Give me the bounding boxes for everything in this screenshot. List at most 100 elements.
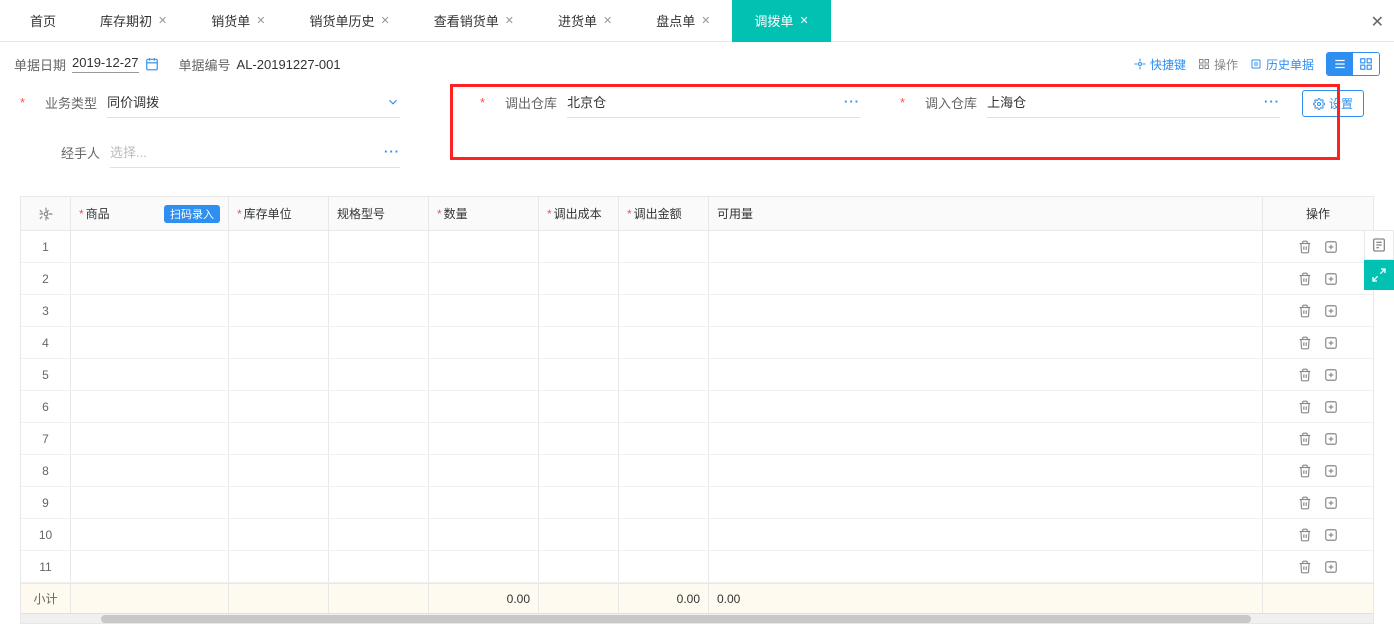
- field-handler: 经手人 选择... ···: [20, 136, 400, 168]
- table-row[interactable]: 5: [21, 359, 1373, 391]
- view-toggle: [1326, 52, 1380, 76]
- tab-7[interactable]: 调拨单 ✕: [732, 0, 830, 42]
- tab-label: 首页: [30, 11, 56, 30]
- form-area: 设置 * 业务类型 同价调拨 * 调出仓库 北京仓 ··· * 调入仓库: [0, 82, 1394, 196]
- col-amt: *调出金额: [619, 197, 709, 230]
- delete-row-button[interactable]: [1298, 496, 1312, 510]
- tab-label: 调拨单: [754, 11, 793, 30]
- global-close-icon[interactable]: ✕: [1371, 12, 1384, 32]
- close-icon[interactable]: ✕: [799, 14, 808, 27]
- subtotal-amt: 0.00: [619, 584, 709, 613]
- doc-value: AL-20191227-001: [237, 57, 341, 72]
- handler-select[interactable]: 选择... ···: [110, 136, 400, 168]
- tab-label: 销货单历史: [309, 11, 374, 30]
- history-link[interactable]: 历史单据: [1250, 56, 1314, 73]
- date-value[interactable]: 2019-12-27: [72, 55, 139, 73]
- data-grid: *商品扫码录入 *库存单位 规格型号 *数量 *调出成本 *调出金额 可用量 操…: [20, 196, 1374, 624]
- list-view-button[interactable]: [1327, 53, 1353, 75]
- tab-4[interactable]: 查看销货单✕: [412, 0, 536, 42]
- biz-type-label: 业务类型: [29, 93, 97, 112]
- table-row[interactable]: 7: [21, 423, 1373, 455]
- add-row-button[interactable]: [1324, 304, 1338, 318]
- shortcut-label: 快捷键: [1150, 56, 1186, 73]
- h-scrollbar[interactable]: [21, 613, 1373, 623]
- table-row[interactable]: 6: [21, 391, 1373, 423]
- add-row-button[interactable]: [1324, 272, 1338, 286]
- tab-3[interactable]: 销货单历史 ✕: [287, 0, 411, 42]
- more-icon: ···: [384, 144, 400, 159]
- col-product: *商品扫码录入: [71, 197, 229, 230]
- tab-label: 进货单: [558, 11, 597, 30]
- close-icon[interactable]: ✕: [381, 14, 390, 27]
- tab-1[interactable]: 库存期初 ✕: [78, 0, 189, 42]
- delete-row-button[interactable]: [1298, 560, 1312, 574]
- doc-label: 单据编号: [179, 55, 231, 74]
- handler-label: 经手人: [32, 143, 100, 162]
- row-index: 11: [21, 551, 71, 582]
- table-row[interactable]: 1: [21, 231, 1373, 263]
- field-biz-type: * 业务类型 同价调拨: [20, 86, 400, 118]
- scroll-thumb[interactable]: [101, 615, 1251, 623]
- settings-button[interactable]: 设置: [1302, 90, 1364, 117]
- add-row-button[interactable]: [1324, 496, 1338, 510]
- add-row-button[interactable]: [1324, 368, 1338, 382]
- col-unit: *库存单位: [229, 197, 329, 230]
- add-row-button[interactable]: [1324, 560, 1338, 574]
- table-row[interactable]: 11: [21, 551, 1373, 583]
- delete-row-button[interactable]: [1298, 304, 1312, 318]
- close-icon[interactable]: ✕: [158, 14, 167, 27]
- table-row[interactable]: 3: [21, 295, 1373, 327]
- table-row[interactable]: 2: [21, 263, 1373, 295]
- in-wh-select[interactable]: 上海仓 ···: [987, 86, 1280, 118]
- delete-row-button[interactable]: [1298, 336, 1312, 350]
- note-button[interactable]: [1364, 230, 1394, 260]
- delete-row-button[interactable]: [1298, 272, 1312, 286]
- close-icon[interactable]: ✕: [701, 14, 710, 27]
- delete-row-button[interactable]: [1298, 528, 1312, 542]
- add-row-button[interactable]: [1324, 336, 1338, 350]
- biz-type-select[interactable]: 同价调拨: [107, 86, 400, 118]
- add-row-button[interactable]: [1324, 400, 1338, 414]
- out-wh-select[interactable]: 北京仓 ···: [567, 86, 860, 118]
- close-icon[interactable]: ✕: [505, 14, 514, 27]
- delete-row-button[interactable]: [1298, 240, 1312, 254]
- actions-link[interactable]: 操作: [1198, 56, 1238, 73]
- subtotal-avail: 0.00: [709, 584, 1263, 613]
- tab-label: 库存期初: [100, 11, 152, 30]
- close-icon[interactable]: ✕: [603, 14, 612, 27]
- col-cost: *调出成本: [539, 197, 619, 230]
- info-bar: 单据日期 2019-12-27 单据编号 AL-20191227-001 快捷键…: [0, 42, 1394, 82]
- row-index: 8: [21, 455, 71, 486]
- calendar-icon[interactable]: [145, 57, 159, 71]
- grid-view-button[interactable]: [1353, 53, 1379, 75]
- table-row[interactable]: 8: [21, 455, 1373, 487]
- row-index: 3: [21, 295, 71, 326]
- add-row-button[interactable]: [1324, 528, 1338, 542]
- tab-0[interactable]: 首页: [8, 0, 78, 42]
- delete-row-button[interactable]: [1298, 432, 1312, 446]
- table-row[interactable]: 10: [21, 519, 1373, 551]
- expand-button[interactable]: [1364, 260, 1394, 290]
- add-row-button[interactable]: [1324, 432, 1338, 446]
- tab-2[interactable]: 销货单✕: [189, 0, 287, 42]
- side-tools: [1364, 230, 1394, 290]
- tab-6[interactable]: 盘点单✕: [634, 0, 732, 42]
- field-out-warehouse: * 调出仓库 北京仓 ···: [480, 86, 860, 118]
- col-settings[interactable]: [21, 197, 71, 230]
- table-row[interactable]: 9: [21, 487, 1373, 519]
- shortcut-link[interactable]: 快捷键: [1134, 56, 1186, 73]
- scan-tag[interactable]: 扫码录入: [164, 205, 220, 223]
- tab-5[interactable]: 进货单 ✕: [536, 0, 634, 42]
- delete-row-button[interactable]: [1298, 400, 1312, 414]
- close-icon[interactable]: ✕: [256, 14, 265, 27]
- delete-row-button[interactable]: [1298, 464, 1312, 478]
- table-row[interactable]: 4: [21, 327, 1373, 359]
- toolbar-right: 快捷键 操作 历史单据: [1134, 52, 1380, 76]
- gear-icon: [39, 207, 53, 221]
- subtotal-qty: 0.00: [429, 584, 539, 613]
- add-row-button[interactable]: [1324, 464, 1338, 478]
- add-row-button[interactable]: [1324, 240, 1338, 254]
- grid-footer: 小计 0.00 0.00 0.00: [21, 583, 1373, 613]
- row-index: 5: [21, 359, 71, 390]
- delete-row-button[interactable]: [1298, 368, 1312, 382]
